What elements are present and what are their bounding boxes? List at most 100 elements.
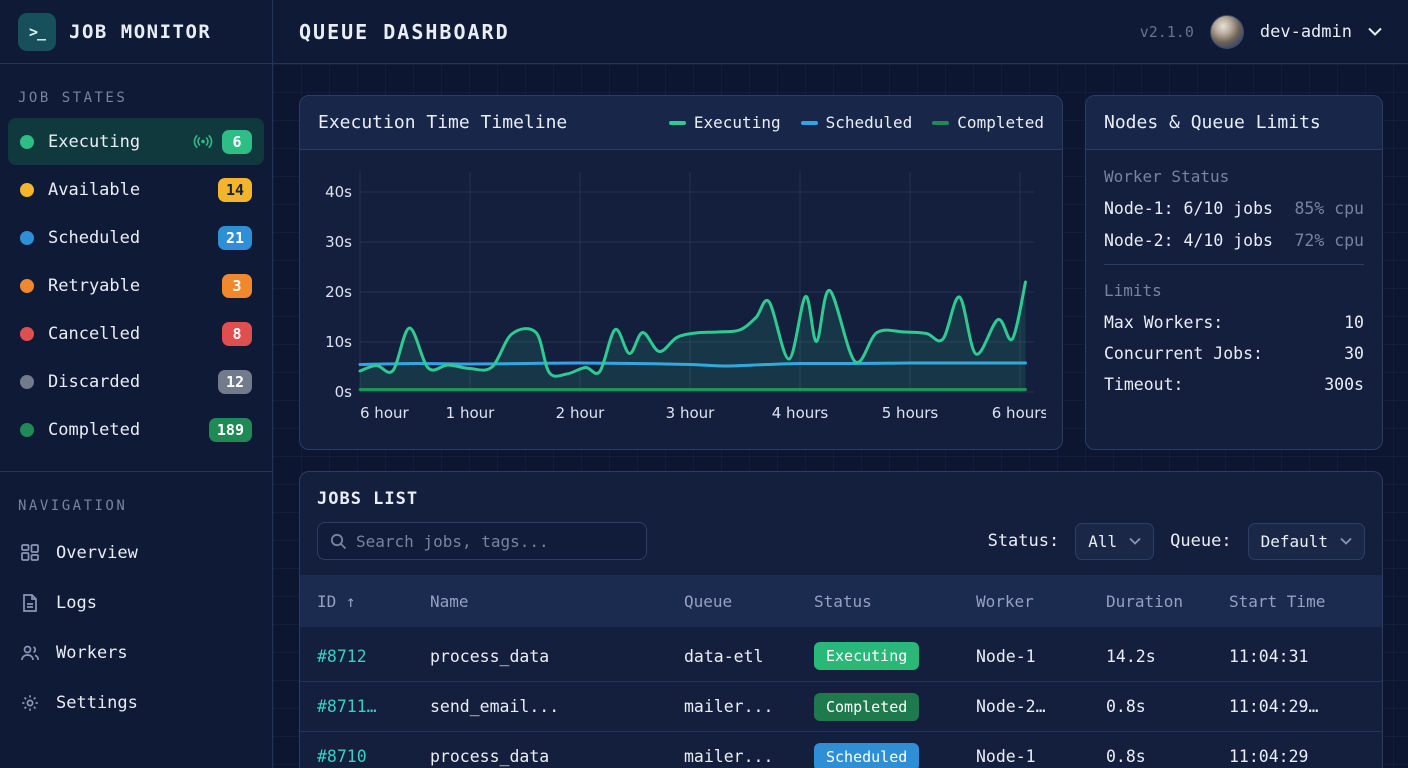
chevron-down-icon[interactable] (1368, 27, 1382, 36)
job-status: Scheduled (814, 742, 976, 768)
limit-value: 10 (1344, 313, 1364, 332)
state-dot-icon (20, 278, 34, 293)
svg-text:20s: 20s (325, 283, 352, 301)
job-duration: 0.8s (1106, 697, 1146, 716)
sidebar-state-scheduled[interactable]: Scheduled 21 (8, 214, 264, 261)
svg-text:40s: 40s (325, 183, 352, 201)
state-right: 8 (222, 321, 252, 346)
user-avatar[interactable] (1209, 14, 1244, 49)
settings-gear-icon (20, 693, 40, 713)
svg-text:3 hour: 3 hour (666, 404, 716, 422)
timeline-panel: Execution Time Timeline Executing Schedul… (299, 95, 1063, 450)
search-icon (330, 533, 347, 549)
sidebar-state-completed[interactable]: Completed 189 (8, 406, 264, 453)
chevron-down-icon (1129, 537, 1141, 545)
state-right: 6 (192, 129, 252, 154)
job-start-time: 11:04:31 (1229, 646, 1309, 666)
sidebar-item-overview[interactable]: Overview (8, 528, 264, 578)
column-header[interactable]: Status (814, 592, 976, 611)
sidebar-item-settings[interactable]: Settings (8, 678, 264, 728)
overview-grid-icon (20, 543, 40, 563)
timeline-title: Execution Time Timeline (318, 112, 568, 133)
job-queue: mailer... (684, 747, 774, 766)
table-row[interactable]: #8711… send_email... mailer... Completed Nod… (300, 681, 1382, 731)
navigation-section-label: NAVIGATION (18, 498, 128, 514)
page-title: QUEUE DASHBOARD (299, 19, 510, 44)
jobs-search[interactable] (317, 522, 647, 560)
status-filter-value: All (1088, 531, 1118, 551)
timeline-chart: 0s 10s 20s 30s 40s 6 hour 1 hour 2 hour 3 hour 4 … (300, 150, 1062, 449)
node-cpu: 72% cpu (1294, 231, 1364, 250)
job-id-link[interactable]: #8711… (317, 697, 430, 716)
workers-users-icon (20, 643, 40, 663)
svg-text:6 hour: 6 hour (360, 404, 410, 422)
job-queue: mailer... (684, 697, 774, 716)
job-states-section-label: JOB STATES (18, 90, 128, 106)
live-broadcast-icon (193, 135, 213, 148)
legend-item-completed: Completed (932, 113, 1044, 132)
limit-label: Concurrent Jobs: (1104, 344, 1263, 363)
column-header[interactable]: Start Time (1229, 592, 1382, 611)
sidebar-state-executing[interactable]: Executing 6 (8, 118, 264, 165)
job-id-link[interactable]: #8710 (317, 747, 430, 766)
queue-filter-select[interactable]: Default (1247, 522, 1365, 560)
table-row[interactable]: #8712 process_data data-etl Executing Node-1… (300, 631, 1382, 681)
node-jobs: 4/10 jobs (1183, 231, 1273, 250)
jobs-panel: JOBS LIST Status: All Queue: Default (299, 471, 1383, 768)
sidebar-state-discarded[interactable]: Discarded 12 (8, 358, 264, 405)
legend-label: Executing (693, 113, 781, 132)
column-header[interactable]: Name (430, 592, 684, 611)
svg-text:0s: 0s (335, 383, 353, 401)
svg-text:4 hours: 4 hours (772, 404, 829, 422)
state-dot-icon (20, 326, 34, 341)
job-start-time: 11:04:29… (1229, 697, 1319, 716)
status-badge: Scheduled (814, 742, 920, 768)
state-count-badge: 189 (208, 417, 252, 442)
node-name: Node-2: (1104, 231, 1174, 250)
job-worker: Node-1 (976, 646, 1036, 666)
jobs-list-title: JOBS LIST (317, 489, 419, 509)
search-input[interactable] (356, 531, 634, 551)
limit-value: 300s (1324, 375, 1364, 394)
sidebar-state-retryable[interactable]: Retryable 3 (8, 262, 264, 309)
state-count-badge: 6 (222, 129, 252, 154)
state-dot-icon (20, 230, 34, 245)
state-label: Retryable (48, 275, 141, 296)
sidebar-state-available[interactable]: Available 14 (8, 166, 264, 213)
job-duration: 14.2s (1106, 646, 1156, 666)
job-start-time: 11:04:29 (1229, 747, 1309, 766)
state-count-badge: 12 (217, 369, 252, 394)
legend-color-dash (800, 120, 818, 125)
node-jobs: 6/10 jobs (1183, 199, 1273, 218)
brand-row: >_ JOB MONITOR (0, 0, 272, 64)
status-badge: Completed (814, 692, 920, 721)
column-header[interactable]: ID ↑ (317, 592, 430, 611)
job-id-link[interactable]: #8712 (317, 647, 430, 666)
table-row[interactable]: #8710 process_data mailer... Scheduled Node-… (300, 731, 1382, 768)
state-right: 12 (217, 369, 252, 394)
state-right: 21 (217, 225, 252, 250)
sidebar-state-cancelled[interactable]: Cancelled 8 (8, 310, 264, 357)
nodes-panel-title: Nodes & Queue Limits (1104, 112, 1321, 133)
state-right: 3 (222, 273, 252, 298)
column-header[interactable]: Queue (684, 592, 814, 611)
state-dot-icon (20, 134, 34, 149)
status-filter-select[interactable]: All (1075, 522, 1155, 560)
job-duration: 0.8s (1106, 747, 1146, 766)
sidebar-item-logs[interactable]: Logs (8, 578, 264, 628)
legend-color-dash (932, 120, 950, 125)
sidebar-item-workers[interactable]: Workers (8, 628, 264, 678)
state-label: Completed (48, 419, 141, 440)
limit-label: Timeout: (1104, 375, 1184, 394)
state-right: 189 (208, 417, 252, 442)
state-count-badge: 3 (222, 273, 252, 298)
username-label[interactable]: dev-admin (1260, 22, 1352, 42)
jobs-table: ID ↑ Name Queue Status Worker Duration Start T… (300, 575, 1382, 768)
column-header[interactable]: Duration (1106, 592, 1229, 611)
nodes-divider (1104, 264, 1364, 265)
job-status: Executing (814, 642, 976, 670)
state-dot-icon (20, 374, 34, 389)
column-header[interactable]: Worker (976, 592, 1106, 611)
limits-list: Max Workers: 10 Concurrent Jobs: 30 Timeout:… (1104, 313, 1364, 394)
state-label: Executing (48, 131, 141, 152)
